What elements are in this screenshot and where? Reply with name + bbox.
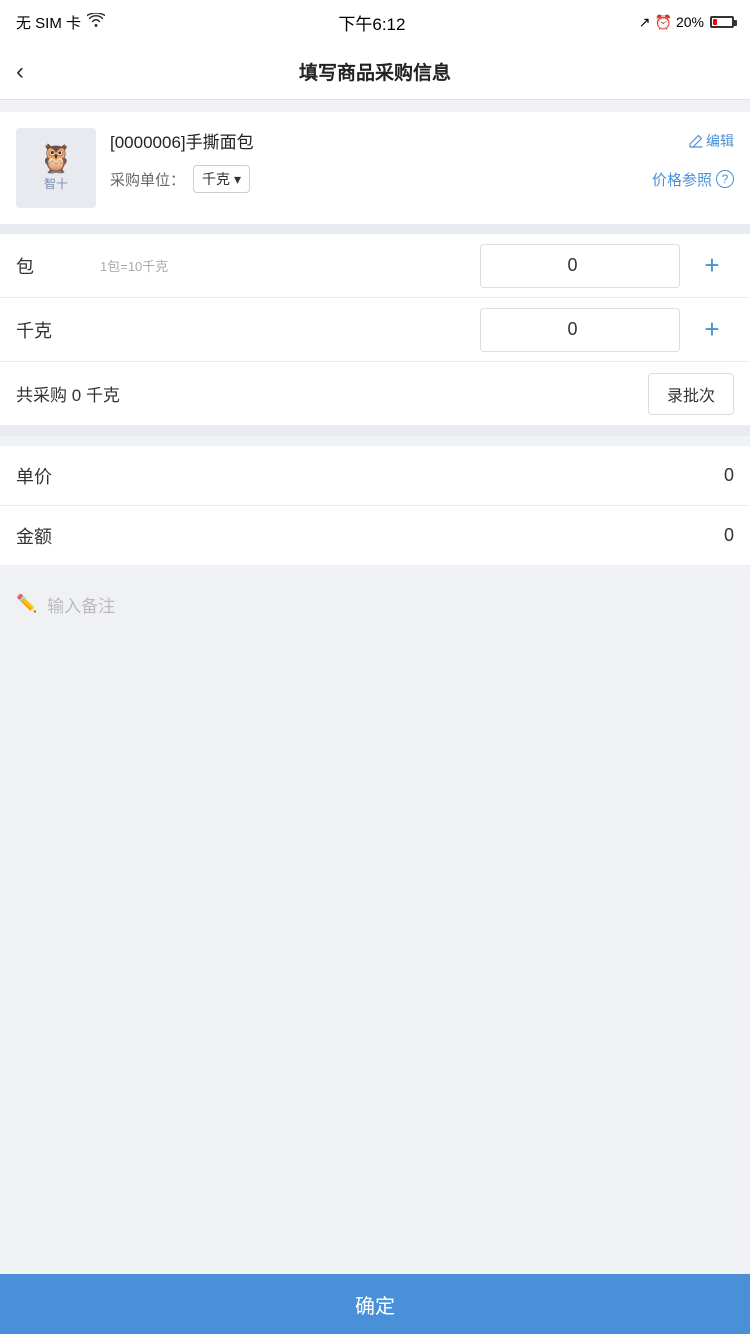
product-thumbnail: 🦉 智十: [16, 128, 96, 208]
bag-input-row: 包 1包=10千克 +: [0, 234, 750, 298]
remark-placeholder: 输入备注: [47, 592, 115, 617]
status-right: ↗ ⏰ 20%: [639, 14, 734, 31]
kg-plus-button[interactable]: +: [690, 308, 734, 352]
edit-button[interactable]: 编辑: [689, 131, 734, 151]
confirm-bar[interactable]: 确定: [0, 1274, 750, 1334]
remark-area[interactable]: ✏️ 输入备注: [0, 576, 750, 676]
record-batch-button[interactable]: 录批次: [648, 373, 734, 415]
bag-plus-button[interactable]: +: [690, 244, 734, 288]
product-unit-row: 采购单位： 千克 ▾ 价格参照 ?: [110, 165, 734, 193]
product-logo-text: 智十: [39, 175, 74, 192]
location-icon: ↗: [639, 14, 651, 31]
price-ref-label: 价格参照: [652, 169, 712, 190]
separator-1: [0, 224, 750, 234]
amount-label: 金额: [16, 523, 52, 549]
time-label: 下午6:12: [338, 10, 405, 35]
chevron-down-icon: ▾: [234, 171, 241, 188]
kg-input-row: 千克 +: [0, 298, 750, 362]
status-left: 无 SIM 卡: [16, 12, 105, 33]
input-section: 包 1包=10千克 + 千克 +: [0, 234, 750, 362]
back-button[interactable]: ‹: [16, 58, 24, 86]
unit-select[interactable]: 千克 ▾: [193, 165, 250, 193]
product-card: 🦉 智十 [0000006]手撕面包 编辑 采购单位： 千克 ▾ 价格: [0, 112, 750, 224]
bag-label: 包: [16, 253, 96, 279]
battery-label: 20%: [676, 14, 704, 30]
alarm-icon: ⏰: [655, 14, 672, 31]
unit-label: 采购单位：: [110, 169, 185, 190]
bag-field-wrapper: +: [168, 244, 734, 288]
pencil-icon: ✏️: [16, 594, 37, 614]
price-row: 单价 0: [0, 446, 750, 506]
separator-2: [0, 426, 750, 436]
content-spacer: [0, 676, 750, 876]
product-header: [0000006]手撕面包 编辑: [110, 128, 734, 153]
summary-text: 共采购 0 千克: [16, 381, 120, 406]
product-info: [0000006]手撕面包 编辑 采购单位： 千克 ▾ 价格参照 ?: [110, 128, 734, 193]
product-name: [0000006]手撕面包: [110, 128, 254, 153]
edit-label: 编辑: [706, 131, 734, 151]
kg-input[interactable]: [480, 308, 680, 352]
page-title: 填写商品采购信息: [299, 58, 451, 85]
summary-row: 共采购 0 千克 录批次: [0, 362, 750, 426]
kg-label: 千克: [16, 317, 96, 343]
price-value: 0: [724, 465, 734, 486]
price-label: 单价: [16, 463, 52, 489]
wifi-icon: [87, 13, 105, 31]
battery-icon: [710, 16, 734, 28]
bag-sublabel: 1包=10千克: [100, 256, 168, 275]
amount-row: 金额 0: [0, 506, 750, 566]
kg-field-wrapper: +: [96, 308, 734, 352]
price-ref-button[interactable]: 价格参照 ?: [652, 169, 734, 190]
amount-value: 0: [724, 525, 734, 546]
status-bar: 无 SIM 卡 下午6:12 ↗ ⏰ 20%: [0, 0, 750, 44]
info-section: 单价 0 金额 0: [0, 446, 750, 566]
confirm-button-label: 确定: [355, 1290, 395, 1319]
bag-input[interactable]: [480, 244, 680, 288]
unit-value: 千克: [202, 169, 230, 189]
carrier-label: 无 SIM 卡: [16, 12, 81, 33]
help-icon: ?: [716, 170, 734, 188]
nav-bar: ‹ 填写商品采购信息: [0, 44, 750, 100]
product-logo-icon: 🦉: [39, 145, 74, 173]
